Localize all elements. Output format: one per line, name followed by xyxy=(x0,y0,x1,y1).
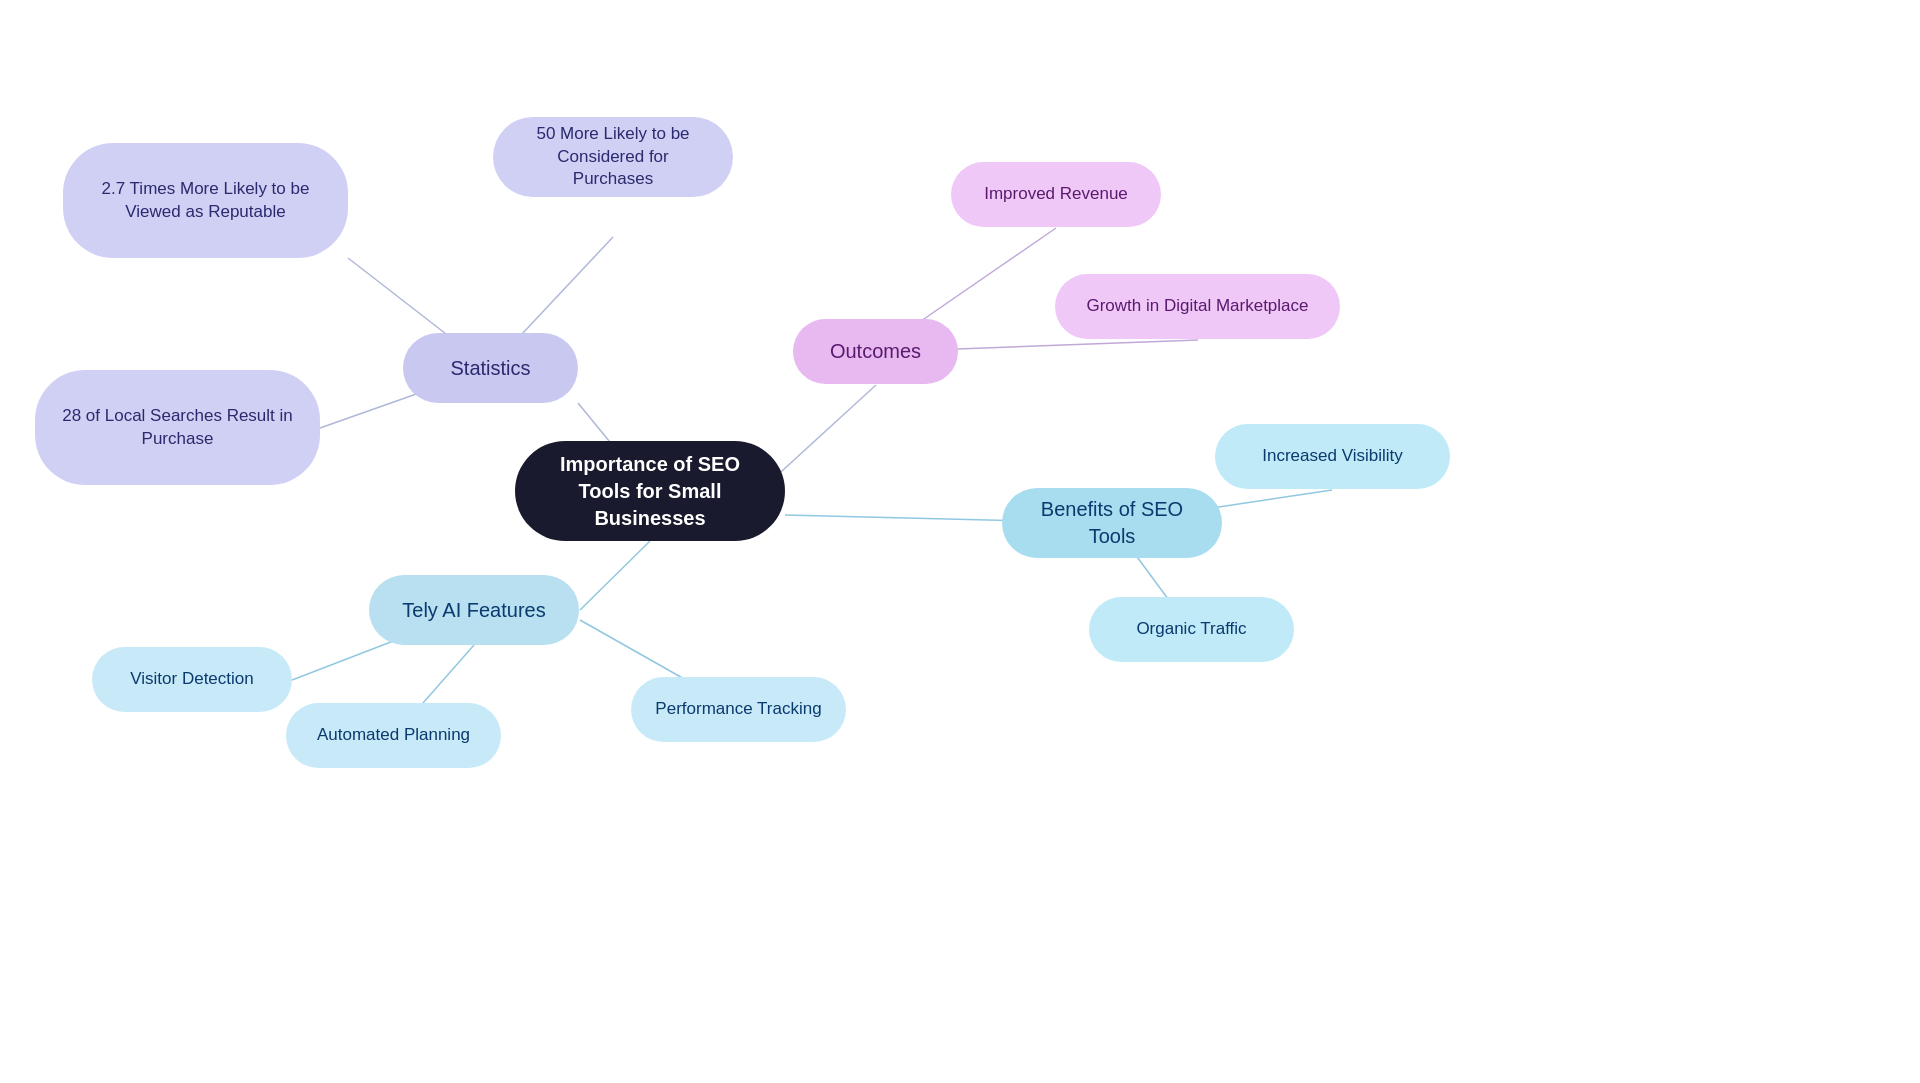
automated-planning-label: Automated Planning xyxy=(317,724,470,747)
stat-reputable-label: 2.7 Times More Likely to be Viewed as Re… xyxy=(87,178,324,224)
center-label: Importance of SEO Tools for Small Busine… xyxy=(539,451,761,532)
statistics-node: Statistics xyxy=(403,333,578,403)
growth-digital-node: Growth in Digital Marketplace xyxy=(1055,274,1340,339)
benefits-node: Benefits of SEO Tools xyxy=(1002,488,1222,558)
statistics-label: Statistics xyxy=(450,355,530,382)
svg-line-10 xyxy=(580,541,650,610)
outcomes-node: Outcomes xyxy=(793,319,958,384)
outcomes-label: Outcomes xyxy=(830,338,921,365)
stat-local-node: 28 of Local Searches Result in Purchase xyxy=(35,370,320,485)
organic-traffic-node: Organic Traffic xyxy=(1089,597,1294,662)
improved-revenue-label: Improved Revenue xyxy=(984,183,1128,206)
visitor-detection-node: Visitor Detection xyxy=(92,647,292,712)
center-node: Importance of SEO Tools for Small Busine… xyxy=(515,441,785,541)
increased-visibility-label: Increased Visibility xyxy=(1262,445,1402,468)
performance-tracking-node: Performance Tracking xyxy=(631,677,846,742)
tely-features-node: Tely AI Features xyxy=(369,575,579,645)
benefits-label: Benefits of SEO Tools xyxy=(1026,496,1198,550)
visitor-detection-label: Visitor Detection xyxy=(130,668,253,691)
stat-local-label: 28 of Local Searches Result in Purchase xyxy=(59,405,296,451)
stat-purchases-node: 50 More Likely to be Considered for Purc… xyxy=(493,117,733,197)
improved-revenue-node: Improved Revenue xyxy=(951,162,1161,227)
tely-features-label: Tely AI Features xyxy=(402,597,545,624)
stat-purchases-label: 50 More Likely to be Considered for Purc… xyxy=(517,123,709,192)
growth-digital-label: Growth in Digital Marketplace xyxy=(1086,295,1308,318)
stat-reputable-node: 2.7 Times More Likely to be Viewed as Re… xyxy=(63,143,348,258)
automated-planning-node: Automated Planning xyxy=(286,703,501,768)
organic-traffic-label: Organic Traffic xyxy=(1136,618,1246,641)
increased-visibility-node: Increased Visibility xyxy=(1215,424,1450,489)
performance-tracking-label: Performance Tracking xyxy=(655,698,821,721)
